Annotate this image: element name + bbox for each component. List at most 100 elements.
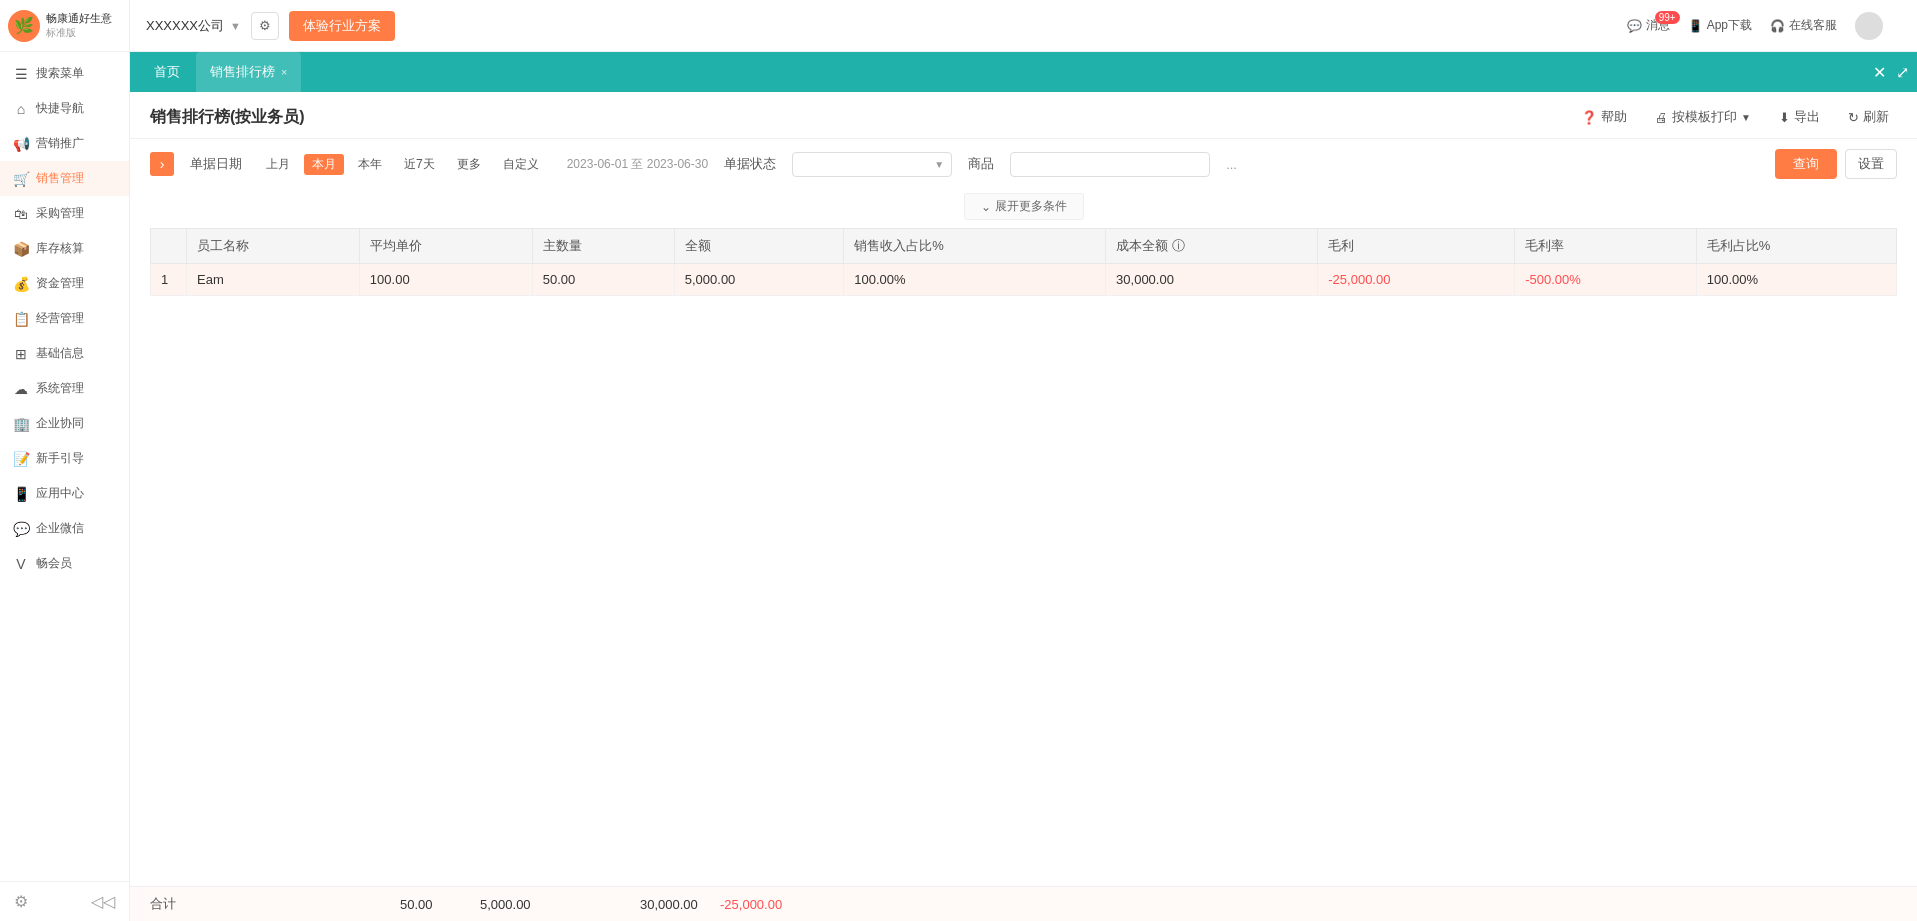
sidebar-label-system: 系统管理: [36, 380, 84, 397]
print-arrow-icon: ▼: [1741, 112, 1751, 123]
footer-gross: -25,000.00: [710, 897, 792, 912]
date-tab-lastmonth[interactable]: 上月: [258, 154, 298, 175]
company-name: XXXXXX公司: [146, 17, 224, 35]
tabbar-controls: ✕ ⤢: [1873, 63, 1909, 82]
app-download-button[interactable]: 📱 App下载: [1688, 17, 1752, 34]
table-row: 1Eam100.0050.005,000.00100.00%30,000.00-…: [151, 264, 1897, 296]
date-range-display: 2023-06-01 至 2023-06-30: [567, 156, 708, 173]
tab-sales-ranking[interactable]: 销售排行榜 ×: [196, 52, 301, 92]
tabbar: 首页 销售排行榜 × ✕ ⤢: [130, 52, 1917, 92]
logo-text: 畅康通好生意 标准版: [46, 11, 112, 40]
message-button[interactable]: 💬 消息 99+: [1627, 17, 1670, 34]
sidebar-item-basic[interactable]: ⊞ 基础信息: [0, 336, 129, 371]
expand-icon: ⌄: [981, 200, 991, 214]
sales-table: 员工名称平均单价主数量全额销售收入占比%成本全额 ⓘ毛利毛利率毛利占比% 1Ea…: [150, 228, 1897, 296]
footer-qty: 50.00: [390, 897, 470, 912]
date-tab-more[interactable]: 更多: [449, 154, 489, 175]
col-header-9: 毛利占比%: [1696, 229, 1896, 264]
sidebar-icon-member: V: [12, 556, 30, 572]
sidebar-icon-finance: 💰: [12, 276, 30, 292]
expand-row: ⌄ 展开更多条件: [150, 187, 1897, 228]
tab-home[interactable]: 首页: [138, 52, 196, 92]
page-header: 销售排行榜(按业务员) ❓ 帮助 🖨 按模板打印 ▼ ⬇ 导出: [130, 92, 1917, 139]
page-actions: ❓ 帮助 🖨 按模板打印 ▼ ⬇ 导出 ↻ 刷新: [1573, 104, 1897, 130]
date-tab-7days[interactable]: 近7天: [396, 154, 443, 175]
content-area: 销售排行榜(按业务员) ❓ 帮助 🖨 按模板打印 ▼ ⬇ 导出: [130, 92, 1917, 921]
sidebar-item-inventory[interactable]: 📦 库存核算: [0, 231, 129, 266]
date-tab-thisyear[interactable]: 本年: [350, 154, 390, 175]
company-selector[interactable]: XXXXXX公司 ▼: [146, 17, 241, 35]
export-icon: ⬇: [1779, 110, 1790, 125]
sidebar-item-operation[interactable]: 📋 经营管理: [0, 301, 129, 336]
goods-label: 商品: [968, 155, 994, 173]
more-filters-label[interactable]: ...: [1226, 157, 1237, 172]
goods-input[interactable]: [1010, 152, 1210, 177]
page-title: 销售排行榜(按业务员): [150, 107, 305, 128]
filter-collapse-button[interactable]: ›: [150, 152, 174, 176]
sidebar-item-quick-nav[interactable]: ⌂ 快捷导航: [0, 91, 129, 126]
refresh-label: 刷新: [1863, 108, 1889, 126]
footer-amount: 5,000.00: [470, 897, 550, 912]
sidebar-item-purchase[interactable]: 🛍 采购管理: [0, 196, 129, 231]
sidebar-icon-inventory: 📦: [12, 241, 30, 257]
sidebar-item-guide[interactable]: 📝 新手引导: [0, 441, 129, 476]
table-container: 员工名称平均单价主数量全额销售收入占比%成本全额 ⓘ毛利毛利率毛利占比% 1Ea…: [130, 228, 1917, 886]
expand-button[interactable]: ⌄ 展开更多条件: [964, 193, 1084, 220]
print-icon: 🖨: [1655, 110, 1668, 125]
tab-label: 销售排行榜: [210, 63, 275, 81]
sidebar-item-search-order[interactable]: ☰ 搜索菜单: [0, 56, 129, 91]
footer-total-label: 合计: [150, 896, 176, 911]
table-body: 1Eam100.0050.005,000.00100.00%30,000.00-…: [151, 264, 1897, 296]
col-header-1: 员工名称: [187, 229, 360, 264]
app-label: App下载: [1707, 17, 1752, 34]
query-button[interactable]: 查询: [1775, 149, 1837, 179]
sidebar-item-finance[interactable]: 💰 资金管理: [0, 266, 129, 301]
column-settings-button[interactable]: 设置: [1845, 149, 1897, 179]
table-cell-4: 5,000.00: [674, 264, 844, 296]
sidebar-icon-wechat: 💬: [12, 521, 30, 537]
logo-icon: 🌿: [8, 10, 40, 42]
date-tab-custom[interactable]: 自定义: [495, 154, 547, 175]
sidebar-item-sales[interactable]: 🛒 销售管理: [0, 161, 129, 196]
filter-collapse-icon: ›: [160, 156, 165, 172]
sidebar-label-wechat: 企业微信: [36, 520, 84, 537]
table-cell-8: -500.00%: [1515, 264, 1697, 296]
online-service-button[interactable]: 🎧 在线客服: [1770, 17, 1837, 34]
sidebar-item-marketing[interactable]: 📢 营销推广: [0, 126, 129, 161]
tab-close-window-icon[interactable]: ✕: [1873, 63, 1886, 82]
topbar-settings-button[interactable]: ⚙: [251, 12, 279, 40]
print-button[interactable]: 🖨 按模板打印 ▼: [1647, 104, 1759, 130]
sidebar-item-system[interactable]: ☁ 系统管理: [0, 371, 129, 406]
status-select-wrap: [792, 152, 952, 177]
table-cell-6: 30,000.00: [1106, 264, 1318, 296]
status-select[interactable]: [792, 152, 952, 177]
help-label: 帮助: [1601, 108, 1627, 126]
tab-close-icon[interactable]: ×: [281, 66, 287, 78]
sidebar-label-member: 畅会员: [36, 555, 72, 572]
status-label: 单据状态: [724, 155, 776, 173]
date-tab-thismonth[interactable]: 本月: [304, 154, 344, 175]
sidebar-label-purchase: 采购管理: [36, 205, 84, 222]
sidebar-item-member[interactable]: V 畅会员: [0, 546, 129, 581]
user-avatar[interactable]: [1855, 12, 1883, 40]
sidebar-logo: 🌿 畅康通好生意 标准版: [0, 0, 129, 52]
sidebar-collapse-icon[interactable]: ◁◁: [91, 892, 115, 911]
col-header-3: 主数量: [532, 229, 674, 264]
table-cell-0: 1: [151, 264, 187, 296]
sidebar-settings-icon[interactable]: ⚙: [14, 892, 28, 911]
export-button[interactable]: ⬇ 导出: [1771, 104, 1828, 130]
col-header-6: 成本全额 ⓘ: [1106, 229, 1318, 264]
refresh-button[interactable]: ↻ 刷新: [1840, 104, 1897, 130]
industry-button[interactable]: 体验行业方案: [289, 11, 395, 41]
message-badge: 99+: [1655, 11, 1680, 24]
help-button[interactable]: ❓ 帮助: [1573, 104, 1635, 130]
page-container: 销售排行榜(按业务员) ❓ 帮助 🖨 按模板打印 ▼ ⬇ 导出: [130, 92, 1917, 921]
filter-actions: 查询 设置: [1775, 149, 1897, 179]
sidebar-item-wechat[interactable]: 💬 企业微信: [0, 511, 129, 546]
col-header-8: 毛利率: [1515, 229, 1697, 264]
sidebar-item-apps[interactable]: 📱 应用中心: [0, 476, 129, 511]
tab-maximize-icon[interactable]: ⤢: [1896, 63, 1909, 82]
sidebar-item-corp[interactable]: 🏢 企业协同: [0, 406, 129, 441]
footer-cost: 30,000.00: [630, 897, 710, 912]
table-cell-5: 100.00%: [844, 264, 1106, 296]
